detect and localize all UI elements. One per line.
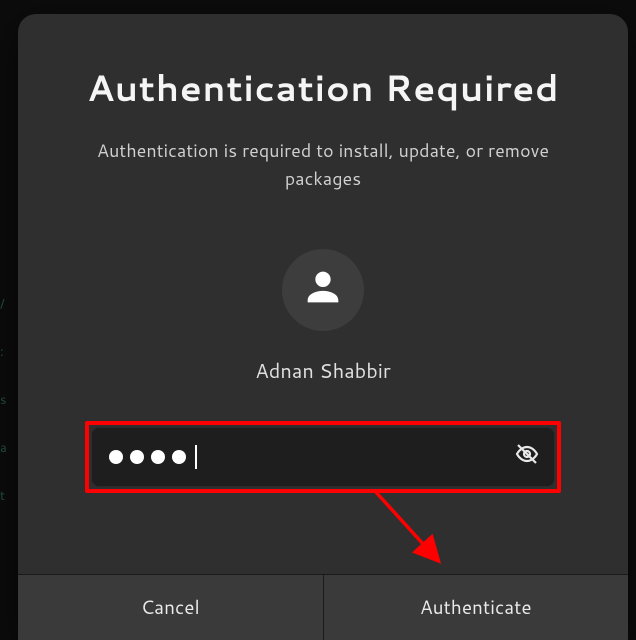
cancel-button[interactable]: Cancel: [18, 575, 323, 640]
user-avatar: [282, 249, 364, 331]
authenticate-button[interactable]: Authenticate: [323, 575, 629, 640]
dialog-body: Authentication Required Authentication i…: [18, 14, 628, 574]
dialog-button-row: Cancel Authenticate: [18, 574, 628, 640]
password-field-wrap: [91, 427, 555, 487]
password-input[interactable]: [91, 427, 555, 487]
eye-off-icon: [515, 442, 539, 472]
auth-dialog: Authentication Required Authentication i…: [18, 14, 628, 640]
dialog-subtitle: Authentication is required to install, u…: [83, 137, 563, 193]
toggle-password-visibility-button[interactable]: [513, 443, 541, 471]
user-name-label: Adnan Shabbir: [255, 357, 390, 385]
password-mask: [109, 445, 197, 469]
dialog-title: Authentication Required: [87, 62, 559, 113]
text-caret: [195, 445, 197, 469]
user-icon: [300, 264, 346, 316]
